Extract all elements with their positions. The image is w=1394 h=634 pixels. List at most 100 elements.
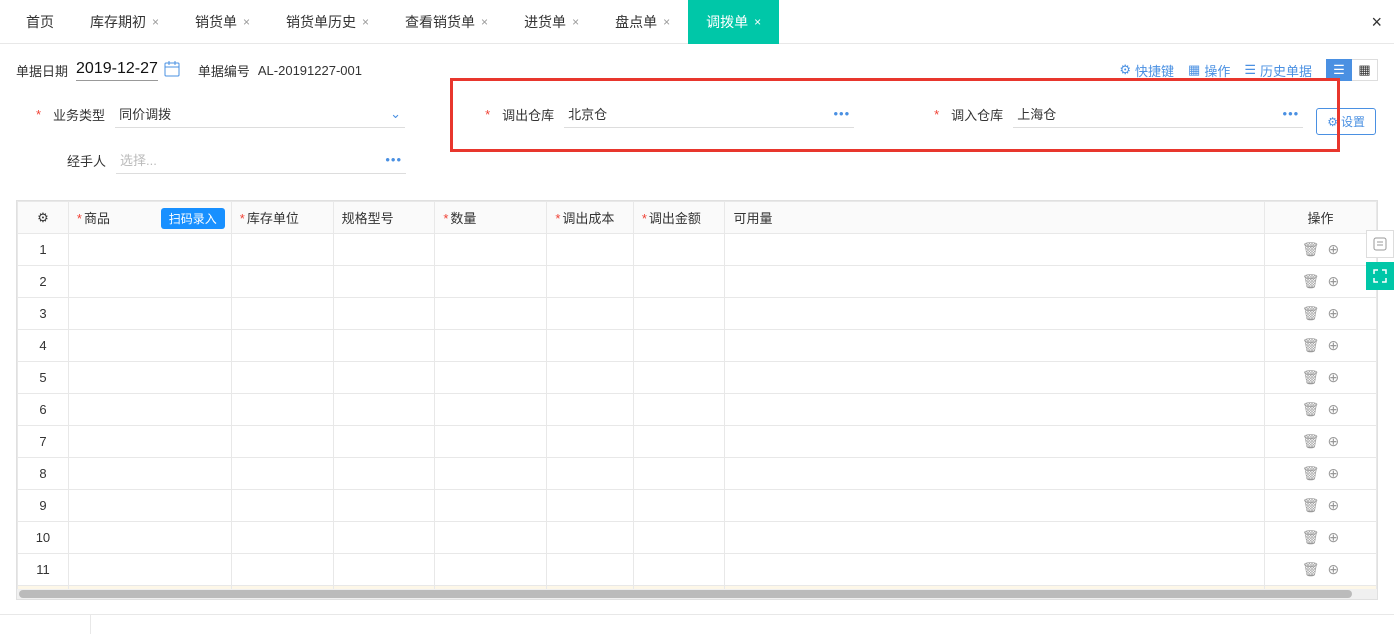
cell-unit[interactable] bbox=[231, 490, 333, 522]
close-icon[interactable]: × bbox=[152, 15, 159, 29]
cell-amount[interactable] bbox=[633, 330, 725, 362]
delete-icon[interactable]: 🗑 bbox=[1302, 305, 1320, 321]
cell-unit[interactable] bbox=[231, 522, 333, 554]
scan-button[interactable]: 扫码录入 bbox=[161, 208, 225, 229]
shortcut-link[interactable]: ⚙快捷键 bbox=[1119, 61, 1174, 80]
table-row[interactable]: 1🗑⊕ bbox=[18, 234, 1377, 266]
delete-icon[interactable]: 🗑 bbox=[1302, 337, 1320, 353]
cell-qty[interactable] bbox=[435, 394, 547, 426]
cell-avail[interactable] bbox=[725, 554, 1265, 586]
delete-icon[interactable]: 🗑 bbox=[1302, 561, 1320, 577]
delete-icon[interactable]: 🗑 bbox=[1302, 529, 1320, 545]
cell-amount[interactable] bbox=[633, 554, 725, 586]
tab-inventory-init[interactable]: 库存期初× bbox=[72, 0, 177, 44]
tab-purchase[interactable]: 进货单× bbox=[506, 0, 597, 44]
close-icon[interactable]: × bbox=[481, 15, 488, 29]
table-row[interactable]: 11🗑⊕ bbox=[18, 554, 1377, 586]
cell-cost[interactable] bbox=[547, 298, 634, 330]
add-icon[interactable]: ⊕ bbox=[1328, 305, 1340, 321]
cell-product[interactable] bbox=[68, 554, 231, 586]
add-icon[interactable]: ⊕ bbox=[1328, 241, 1340, 257]
close-icon[interactable]: × bbox=[754, 15, 761, 29]
column-settings[interactable]: ⚙ bbox=[18, 202, 69, 234]
cell-product[interactable] bbox=[68, 298, 231, 330]
cell-qty[interactable] bbox=[435, 330, 547, 362]
tab-sales-history[interactable]: 销货单历史× bbox=[268, 0, 387, 44]
cell-product[interactable] bbox=[68, 394, 231, 426]
cell-avail[interactable] bbox=[725, 522, 1265, 554]
delete-icon[interactable]: 🗑 bbox=[1302, 465, 1320, 481]
cell-spec[interactable] bbox=[333, 362, 435, 394]
cell-product[interactable] bbox=[68, 362, 231, 394]
tab-transfer[interactable]: 调拨单× bbox=[688, 0, 779, 44]
in-warehouse-select[interactable]: 上海仓 ••• bbox=[1013, 100, 1303, 128]
cell-cost[interactable] bbox=[547, 458, 634, 490]
date-input[interactable]: 2019-12-27 bbox=[76, 60, 158, 81]
delete-icon[interactable]: 🗑 bbox=[1302, 369, 1320, 385]
cell-spec[interactable] bbox=[333, 394, 435, 426]
cell-product[interactable] bbox=[68, 234, 231, 266]
cell-unit[interactable] bbox=[231, 234, 333, 266]
cell-qty[interactable] bbox=[435, 266, 547, 298]
close-icon[interactable]: × bbox=[362, 15, 369, 29]
table-row[interactable]: 6🗑⊕ bbox=[18, 394, 1377, 426]
cell-amount[interactable] bbox=[633, 362, 725, 394]
expand-button[interactable] bbox=[1366, 262, 1394, 290]
cell-cost[interactable] bbox=[547, 554, 634, 586]
table-row[interactable]: 4🗑⊕ bbox=[18, 330, 1377, 362]
cell-product[interactable] bbox=[68, 490, 231, 522]
cell-spec[interactable] bbox=[333, 554, 435, 586]
history-link[interactable]: ☰历史单据 bbox=[1244, 61, 1312, 80]
cell-avail[interactable] bbox=[725, 266, 1265, 298]
table-row[interactable]: 9🗑⊕ bbox=[18, 490, 1377, 522]
cell-spec[interactable] bbox=[333, 522, 435, 554]
table-row[interactable]: 8🗑⊕ bbox=[18, 458, 1377, 490]
close-icon[interactable]: × bbox=[243, 15, 250, 29]
cell-spec[interactable] bbox=[333, 426, 435, 458]
cell-avail[interactable] bbox=[725, 362, 1265, 394]
cell-spec[interactable] bbox=[333, 330, 435, 362]
settings-button[interactable]: ⚙设置 bbox=[1316, 108, 1376, 135]
cell-spec[interactable] bbox=[333, 490, 435, 522]
cell-amount[interactable] bbox=[633, 298, 725, 330]
cell-product[interactable] bbox=[68, 266, 231, 298]
cell-avail[interactable] bbox=[725, 490, 1265, 522]
cell-amount[interactable] bbox=[633, 266, 725, 298]
delete-icon[interactable]: 🗑 bbox=[1302, 401, 1320, 417]
cell-amount[interactable] bbox=[633, 394, 725, 426]
cell-unit[interactable] bbox=[231, 266, 333, 298]
out-warehouse-select[interactable]: 北京仓 ••• bbox=[564, 100, 854, 128]
cell-amount[interactable] bbox=[633, 490, 725, 522]
tab-stocktake[interactable]: 盘点单× bbox=[597, 0, 688, 44]
cell-unit[interactable] bbox=[231, 298, 333, 330]
cell-amount[interactable] bbox=[633, 234, 725, 266]
cell-spec[interactable] bbox=[333, 298, 435, 330]
view-grid-button[interactable]: ▦ bbox=[1352, 59, 1378, 81]
cell-amount[interactable] bbox=[633, 426, 725, 458]
handler-select[interactable]: 选择... ••• bbox=[116, 146, 406, 174]
close-icon[interactable]: × bbox=[663, 15, 670, 29]
tab-view-sales[interactable]: 查看销货单× bbox=[387, 0, 506, 44]
cell-unit[interactable] bbox=[231, 426, 333, 458]
cell-qty[interactable] bbox=[435, 522, 547, 554]
add-icon[interactable]: ⊕ bbox=[1328, 273, 1340, 289]
cell-unit[interactable] bbox=[231, 554, 333, 586]
tab-sales[interactable]: 销货单× bbox=[177, 0, 268, 44]
cell-avail[interactable] bbox=[725, 394, 1265, 426]
note-button[interactable] bbox=[1366, 230, 1394, 258]
cell-qty[interactable] bbox=[435, 490, 547, 522]
cell-unit[interactable] bbox=[231, 394, 333, 426]
table-row[interactable]: 2🗑⊕ bbox=[18, 266, 1377, 298]
cell-qty[interactable] bbox=[435, 234, 547, 266]
cell-unit[interactable] bbox=[231, 330, 333, 362]
horizontal-scrollbar[interactable] bbox=[17, 589, 1377, 599]
cell-cost[interactable] bbox=[547, 330, 634, 362]
delete-icon[interactable]: 🗑 bbox=[1302, 241, 1320, 257]
cell-product[interactable] bbox=[68, 522, 231, 554]
table-row[interactable]: 5🗑⊕ bbox=[18, 362, 1377, 394]
cell-unit[interactable] bbox=[231, 458, 333, 490]
cell-qty[interactable] bbox=[435, 554, 547, 586]
table-row[interactable]: 7🗑⊕ bbox=[18, 426, 1377, 458]
view-list-button[interactable]: ☰ bbox=[1326, 59, 1352, 81]
cell-qty[interactable] bbox=[435, 426, 547, 458]
